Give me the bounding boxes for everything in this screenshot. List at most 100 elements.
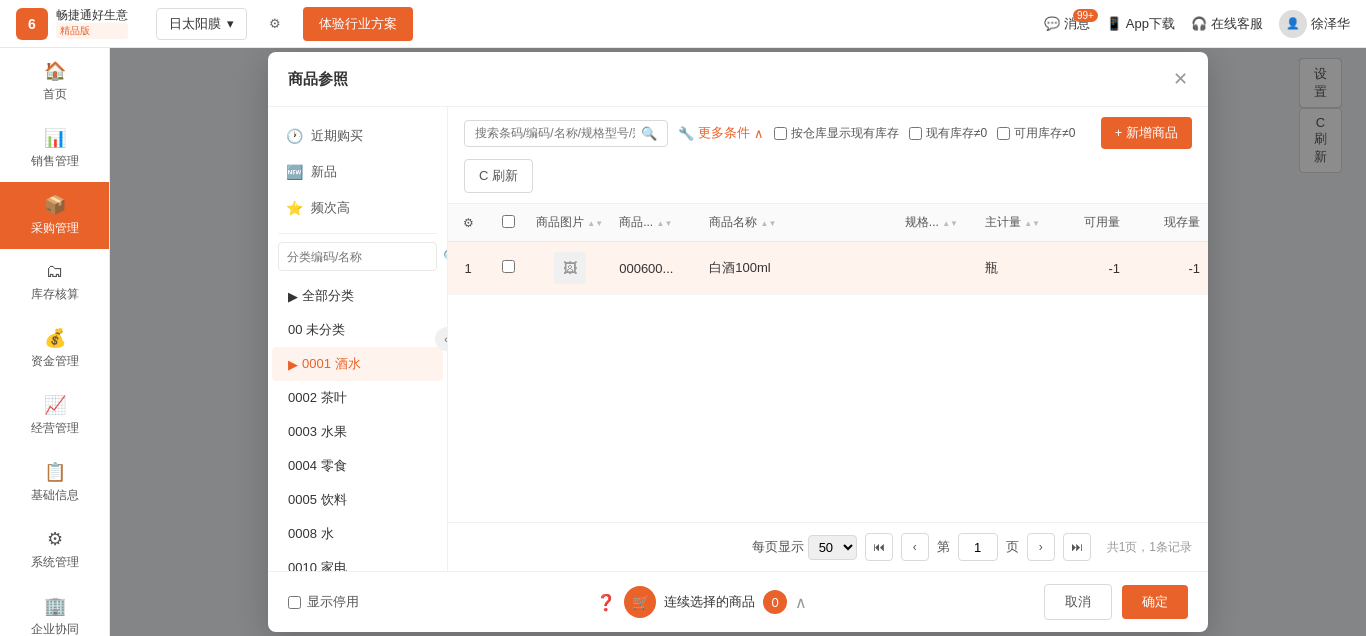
cart-info: ❓ 🛒 连续选择的商品 0 ∧ [596,586,807,618]
sidebar-item-finance[interactable]: 💰 资金管理 [0,315,109,382]
page-number-input[interactable] [958,533,998,561]
table-row[interactable]: 1 🖼 [448,242,1208,295]
filter-button[interactable]: 🔧 更多条件 ∧ [678,124,764,142]
row-checkbox[interactable] [502,260,515,273]
add-product-button[interactable]: + 新增商品 [1101,117,1192,149]
modal-overlay: 商品参照 ✕ 🕐 近期购买 🆕 [110,48,1366,636]
show-disabled-checkbox-label[interactable]: 显示停用 [288,593,359,611]
user-nav-item[interactable]: 👤 徐泽华 [1279,10,1350,38]
tab-new-product[interactable]: 🆕 新品 [276,155,439,189]
sidebar-item-inventory[interactable]: 🗂 库存核算 [0,249,109,315]
sales-icon: 📊 [44,127,66,149]
avail-nonzero-checkbox[interactable] [997,127,1010,140]
tab-recent-purchase[interactable]: 🕐 近期购买 [276,119,439,153]
logo-text-area: 畅捷通好生意 精品版 [56,8,128,40]
checkbox-stock-nonzero[interactable]: 现有库存≠0 [909,125,987,142]
category-00[interactable]: 00 未分类 [272,313,443,347]
sidebar-item-basic[interactable]: 📋 基础信息 [0,449,109,516]
help-icon[interactable]: ❓ [596,593,616,612]
home-icon: 🏠 [44,60,66,82]
app-badge: 精品版 [56,23,128,39]
show-disabled-checkbox[interactable] [288,596,301,609]
star-icon: ⭐ [286,200,303,216]
confirm-button[interactable]: 确定 [1122,585,1188,619]
basic-icon: 📋 [44,461,66,483]
row-num: 1 [448,242,488,295]
message-icon: 💬 [1044,16,1060,31]
sidebar-item-enterprise[interactable]: 🏢 企业协同 [0,583,109,636]
checkbox-by-warehouse[interactable]: 按仓库显示现有库存 [774,125,899,142]
sidebar-item-purchase[interactable]: 📦 采购管理 [0,182,109,249]
category-search-box: 🔍 [278,242,437,271]
messages-nav-item[interactable]: 💬 消息 99+ [1044,15,1090,33]
tab-frequent[interactable]: ⭐ 频次高 [276,191,439,225]
table-header-row: ⚙ 商品图片 ▲▼ [448,204,1208,242]
product-search-input[interactable] [475,126,635,140]
system-icon: ⚙ [47,528,63,550]
category-0004[interactable]: 0004 零食 [272,449,443,483]
sidebar-item-sales[interactable]: 📊 销售管理 [0,115,109,182]
table-settings-icon[interactable]: ⚙ [463,216,474,230]
prev-page-button[interactable]: ‹ [901,533,929,561]
row-code: 000600... [611,242,701,295]
store-selector[interactable]: 日太阳膜 ▾ [156,8,247,40]
category-0008[interactable]: 0008 水 [272,517,443,551]
by-warehouse-checkbox[interactable] [774,127,787,140]
row-spec [897,242,977,295]
th-checkbox [488,204,528,242]
modal-body: 🕐 近期购买 🆕 新品 ⭐ 频次高 [268,107,1208,571]
product-image: 🖼 [554,252,586,284]
category-arrow-icon: ▶ [288,289,298,304]
stock-nonzero-checkbox[interactable] [909,127,922,140]
category-0003[interactable]: 0003 水果 [272,415,443,449]
sort-icon-unit: ▲▼ [1024,220,1040,228]
category-0002[interactable]: 0002 茶叶 [272,381,443,415]
category-all[interactable]: ▶ 全部分类 [272,279,443,313]
first-page-button[interactable]: ⏮ [865,533,893,561]
cancel-button[interactable]: 取消 [1044,584,1112,620]
category-search-icon[interactable]: 🔍 [443,249,448,264]
app-name: 畅捷通好生意 [56,8,128,24]
modal-close-button[interactable]: ✕ [1173,68,1188,90]
collapse-cart-icon[interactable]: ∧ [795,593,807,612]
sidebar-item-home[interactable]: 🏠 首页 [0,48,109,115]
checkbox-avail-nonzero[interactable]: 可用库存≠0 [997,125,1075,142]
modal-footer: 显示停用 ❓ 🛒 连续选择的商品 0 ∧ 取消 确定 [268,571,1208,632]
product-search-box: 🔍 [464,120,668,147]
headset-icon: 🎧 [1191,16,1207,31]
settings-icon[interactable]: ⚙ [259,8,291,40]
next-page-button[interactable]: › [1027,533,1055,561]
th-settings[interactable]: ⚙ [448,204,488,242]
logo-area: 6 畅捷通好生意 精品版 [16,8,136,40]
select-all-checkbox[interactable] [502,215,515,228]
pagination-bar: 每页显示 50 ⏮ ‹ 第 页 › ⏭ [448,522,1208,571]
page-size-select[interactable]: 50 [808,535,857,560]
th-unit: 主计量 ▲▼ [977,204,1048,242]
enterprise-icon: 🏢 [44,595,66,617]
sidebar-item-operations[interactable]: 📈 经营管理 [0,382,109,449]
product-table: ⚙ 商品图片 ▲▼ [448,204,1208,295]
last-page-button[interactable]: ⏭ [1063,533,1091,561]
category-0001[interactable]: ▶ 0001 酒水 [272,347,443,381]
sidebar: 🏠 首页 📊 销售管理 📦 采购管理 🗂 库存核算 💰 资金管理 📈 经营管理 … [0,48,110,636]
experience-button[interactable]: 体验行业方案 [303,7,413,41]
category-search-input[interactable] [287,250,437,264]
product-reference-modal: 商品参照 ✕ 🕐 近期购买 🆕 [268,52,1208,632]
chevron-down-icon: ▾ [227,16,234,31]
sidebar-item-system[interactable]: ⚙ 系统管理 [0,516,109,583]
product-table-container: ⚙ 商品图片 ▲▼ [448,204,1208,522]
cart-icon[interactable]: 🛒 [624,586,656,618]
sort-icon-spec: ▲▼ [942,220,958,228]
search-icon[interactable]: 🔍 [641,126,657,141]
category-0010[interactable]: 0010 家电 [272,551,443,571]
category-0005[interactable]: 0005 饮料 [272,483,443,517]
sort-icon-code: ▲▼ [657,220,673,228]
th-code: 商品... ▲▼ [611,204,701,242]
logo-icon: 6 [16,8,48,40]
row-available: -1 [1048,242,1128,295]
toolbar: 🔍 🔧 更多条件 ∧ 按仓库显示现有库存 [448,107,1208,204]
app-download-nav-item[interactable]: 📱 App下载 [1106,15,1175,33]
online-service-nav-item[interactable]: 🎧 在线客服 [1191,15,1263,33]
refresh-button[interactable]: C 刷新 [464,159,533,193]
finance-icon: 💰 [44,327,66,349]
